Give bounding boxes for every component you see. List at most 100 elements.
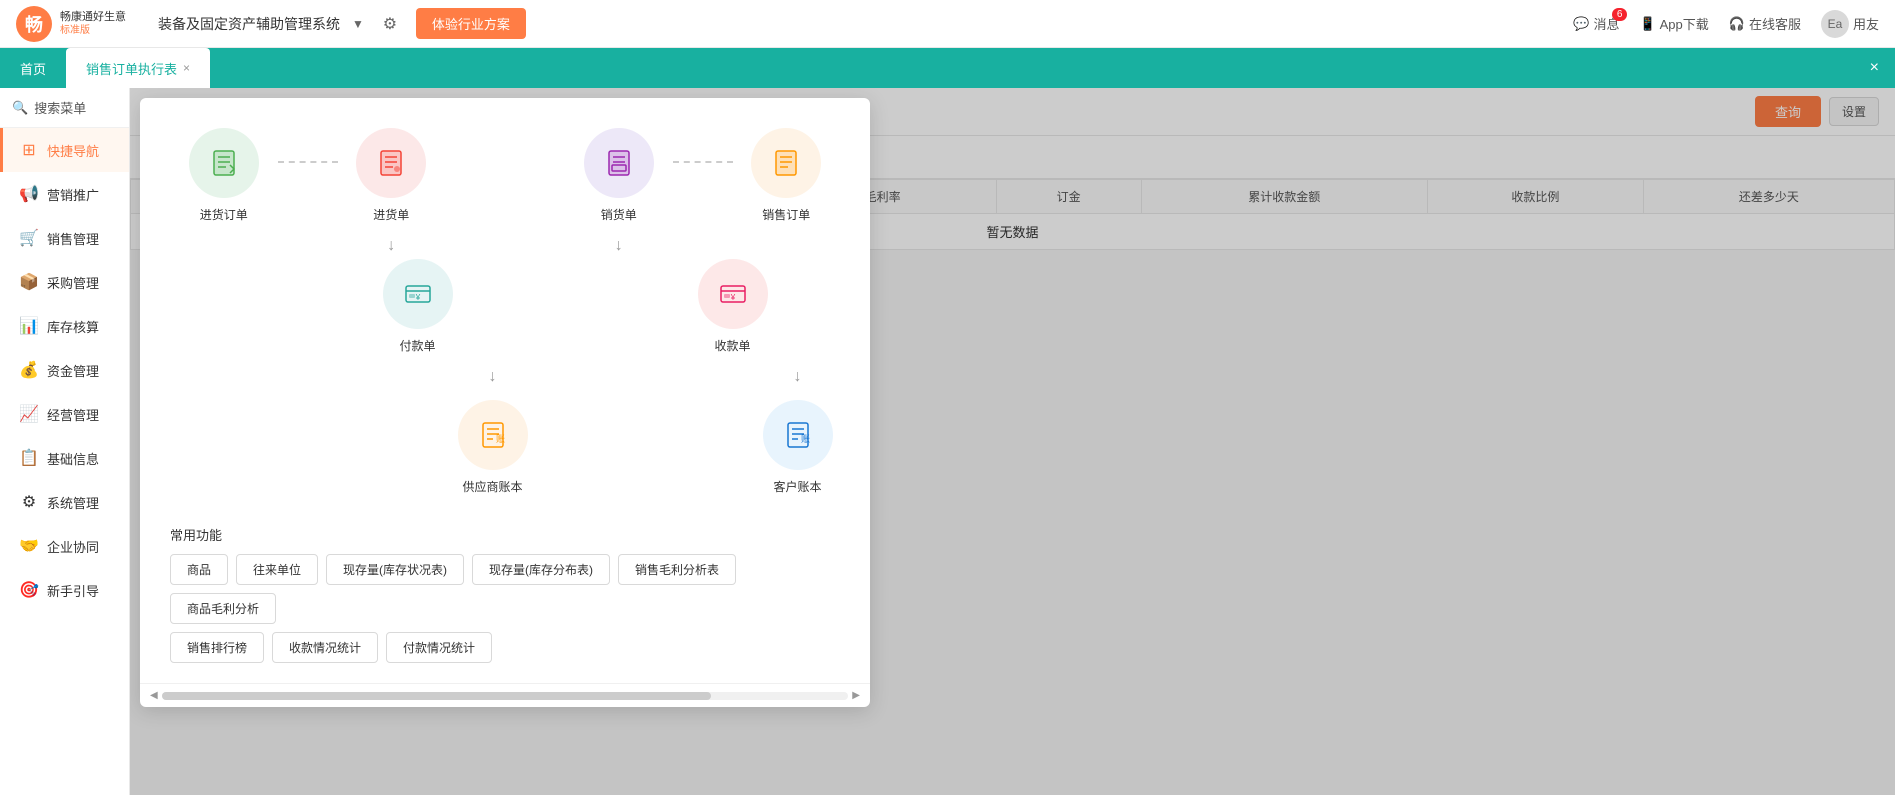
search-menu-item[interactable]: 🔍 搜索菜单 [0,88,129,128]
message-icon: 💬 [1573,16,1589,32]
tab-home[interactable]: 首页 [0,48,66,88]
guide-label: 新手引导 [47,581,99,600]
quick-nav-label: 快捷导航 [47,141,99,160]
top-header: 畅 畅康通好生意 标准版 装备及固定资产辅助管理系统 ▼ ⚙ 体验行业方案 💬 … [0,0,1895,48]
func-btn-stock-dist[interactable]: 现存量(库存分布表) [472,554,610,585]
down-arrow-receipt: ↓ [755,368,840,386]
sidebar-item-quick-nav[interactable]: ⊞ 快捷导航 [0,128,129,172]
finance-icon: 💰 [19,360,39,380]
flow-item-receipt[interactable]: ¥ 收款单 [685,259,780,354]
flow-label-customer: 客户账本 [773,478,821,495]
func-btn-receipt-stats[interactable]: 收款情况统计 [272,632,378,663]
arrow-h-2 [673,161,733,163]
user-avatar[interactable]: Ea 用友 [1821,10,1879,38]
logo-text: 畅康通好生意 标准版 [60,10,126,37]
home-tab-label: 首页 [20,59,46,78]
flow-item-payment[interactable]: ¥ 付款单 [370,259,465,354]
sidebar-item-sales[interactable]: 🛒 销售管理 [0,216,129,260]
flow-circle-supplier: 账 [458,400,528,470]
down-arrow-payment: ↓ [450,368,535,386]
sidebar-item-marketing[interactable]: 📢 营销推广 [0,172,129,216]
close-all-button[interactable]: × [1870,59,1879,77]
quick-nav-icon: ⊞ [19,140,39,160]
enterprise-label: 企业协同 [47,537,99,556]
popup-content: 进货订单 [140,98,870,683]
experience-button[interactable]: 体验行业方案 [416,8,526,39]
search-icon: 🔍 [12,100,28,116]
flow-label-purchase-order: 进货订单 [200,206,248,223]
flow-item-sale-bill[interactable]: 销货单 [565,128,673,223]
flow-item-customer-account[interactable]: 账 客户账本 [755,400,840,495]
svg-text:¥: ¥ [414,293,420,302]
func-btn-stock-status[interactable]: 现存量(库存状况表) [326,554,464,585]
purchase-icon: 📦 [19,272,39,292]
message-button[interactable]: 💬 消息 6 [1573,14,1619,33]
finance-label: 资金管理 [47,361,99,380]
scroll-left-button[interactable]: ◀ [150,690,158,701]
inventory-icon: 📊 [19,316,39,336]
svg-text:账: 账 [496,434,505,444]
flow-row-3: 账 供应商账本 [170,400,840,495]
svg-text:¥: ¥ [729,293,735,302]
operations-label: 经营管理 [47,405,99,424]
sidebar-item-purchase[interactable]: 📦 采购管理 [0,260,129,304]
avatar-circle: Ea [1821,10,1849,38]
flow-item-purchase-bill[interactable]: 进货单 [338,128,446,223]
sidebar-item-operations[interactable]: 📈 经营管理 [0,392,129,436]
flow-item-purchase-order[interactable]: 进货订单 [170,128,278,223]
logo-area: 畅 畅康通好生意 标准版 [16,6,146,42]
scroll-right-button[interactable]: ▶ [852,690,860,701]
sidebar-item-enterprise[interactable]: 🤝 企业协同 [0,524,129,568]
func-buttons-row-2: 销售排行榜 收款情况统计 付款情况统计 [170,632,840,663]
sidebar-item-basic-info[interactable]: 📋 基础信息 [0,436,129,480]
common-functions: 常用功能 商品 往来单位 现存量(库存状况表) 现存量(库存分布表) 销售毛利分… [170,525,840,663]
app-download-button[interactable]: 📱 App下载 [1639,14,1708,33]
active-tab-label: 销售订单执行表 [86,59,177,78]
sidebar-item-system[interactable]: ⚙ 系统管理 [0,480,129,524]
func-btn-goods[interactable]: 商品 [170,554,228,585]
func-btn-goods-margin[interactable]: 商品毛利分析 [170,593,276,624]
message-badge: 6 [1612,8,1628,21]
marketing-label: 营销推广 [47,185,99,204]
online-service-button[interactable]: 🎧 在线客服 [1729,14,1801,33]
func-btn-payment-stats[interactable]: 付款情况统计 [386,632,492,663]
nav-tabs: 首页 销售订单执行表 × × [0,48,1895,88]
arrow-h-1 [278,161,338,163]
flow-circle-customer: 账 [763,400,833,470]
flow-label-sale-order: 销售订单 [762,206,810,223]
main-layout: 🔍 搜索菜单 ⊞ 快捷导航 📢 营销推广 🛒 销售管理 📦 采购管理 📊 库存核… [0,88,1895,795]
func-btn-contacts[interactable]: 往来单位 [236,554,318,585]
svg-text:账: 账 [801,434,810,444]
enterprise-icon: 🤝 [19,536,39,556]
flow-label-receipt: 收款单 [714,337,750,354]
system-label: 系统管理 [47,493,99,512]
func-btn-sales-margin[interactable]: 销售毛利分析表 [618,554,736,585]
popup-overlay[interactable]: 进货订单 [130,88,1895,795]
guide-icon: 🎯 [19,580,39,600]
flow-label-purchase-bill: 进货单 [373,206,409,223]
header-center: 装备及固定资产辅助管理系统 ▼ ⚙ 体验行业方案 [146,8,1573,39]
flow-item-sale-order[interactable]: 销售订单 [733,128,841,223]
scrollbar-track[interactable] [162,692,849,700]
app-download-label: App下载 [1660,14,1709,33]
func-btn-sales-ranking[interactable]: 销售排行榜 [170,632,264,663]
sidebar-item-guide[interactable]: 🎯 新手引导 [0,568,129,612]
flow-circle-payment: ¥ [383,259,453,329]
settings-icon-button[interactable]: ⚙ [376,10,404,38]
logo-icon: 畅 [16,6,52,42]
flow-row-arrows: ↓ ↓ [170,233,840,259]
system-dropdown-button[interactable]: ▼ [352,17,364,31]
purchase-label: 采购管理 [47,273,99,292]
tab-sales-order[interactable]: 销售订单执行表 × [66,48,210,88]
sidebar-item-inventory[interactable]: 📊 库存核算 [0,304,129,348]
close-tab-button[interactable]: × [183,61,190,75]
flow-item-supplier-account[interactable]: 账 供应商账本 [450,400,535,495]
system-title: 装备及固定资产辅助管理系统 [158,14,340,34]
flow-label-payment: 付款单 [399,337,435,354]
common-functions-title: 常用功能 [170,525,840,544]
sidebar-item-finance[interactable]: 💰 资金管理 [0,348,129,392]
flow-circle-purchase-order [189,128,259,198]
func-buttons-row-1: 商品 往来单位 现存量(库存状况表) 现存量(库存分布表) 销售毛利分析表 商品… [170,554,840,624]
basic-info-label: 基础信息 [47,449,99,468]
scrollbar-thumb [162,692,711,700]
